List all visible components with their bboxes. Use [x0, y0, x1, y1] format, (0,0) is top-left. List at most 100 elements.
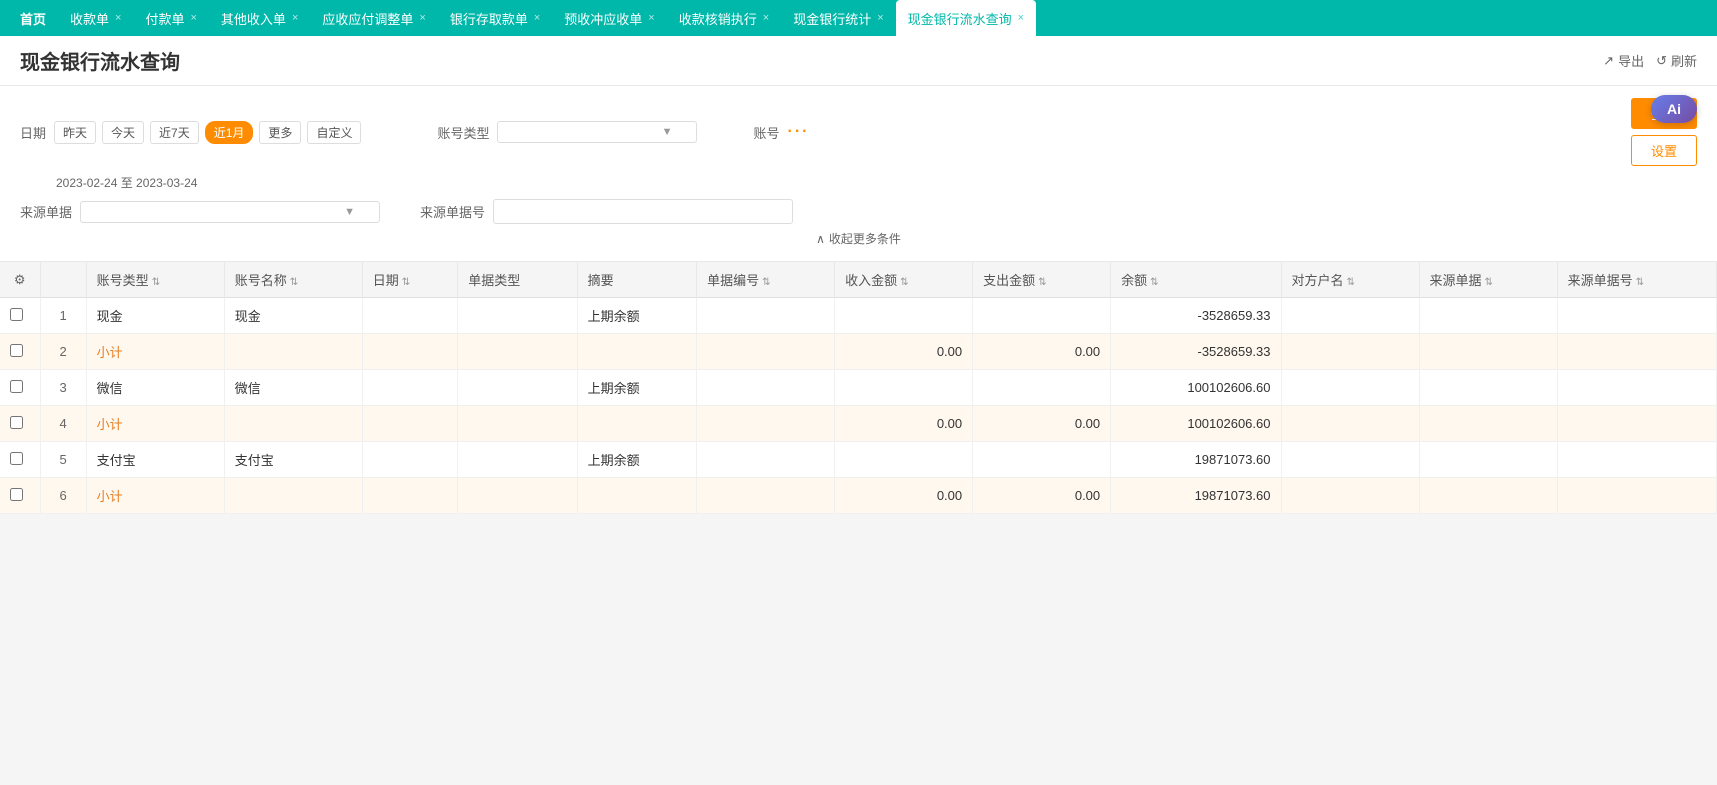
source-doc-num-input[interactable] — [493, 199, 793, 224]
refresh-icon: ↺ — [1656, 53, 1667, 69]
source-doc-label: 来源单据 — [20, 202, 72, 221]
refresh-button[interactable]: ↺ 刷新 — [1656, 51, 1697, 70]
date-shortcuts: 昨天 今天 近7天 近1月 更多 自定义 — [54, 121, 361, 144]
col-date[interactable]: 日期⇅ — [362, 262, 458, 298]
cell-balance: 19871073.60 — [1111, 478, 1281, 514]
nav-close-5[interactable]: × — [534, 12, 540, 24]
filter-row-1: 日期 昨天 今天 近7天 近1月 更多 自定义 账号类型 ▼ 账号 ··· — [20, 98, 1697, 166]
date-btn-yesterday[interactable]: 昨天 — [54, 121, 96, 144]
col-summary: 摘要 — [577, 262, 696, 298]
cell-counterpart — [1281, 478, 1419, 514]
nav-home[interactable]: 首页 — [8, 0, 58, 36]
nav-close-7[interactable]: × — [763, 12, 769, 24]
ai-button[interactable]: Ai — [1651, 95, 1697, 123]
cell-checkbox[interactable] — [0, 370, 40, 406]
nav-item-7[interactable]: 收款核销执行 × — [667, 0, 781, 36]
table-row[interactable]: 1 现金 现金 上期余额 -3528659.33 — [0, 298, 1717, 334]
nav-close-3[interactable]: × — [292, 12, 298, 24]
export-button[interactable]: ↗ 导出 — [1603, 51, 1644, 70]
nav-close-4[interactable]: × — [419, 12, 425, 24]
source-doc-select[interactable]: ▼ — [80, 201, 380, 223]
source-doc-arrow: ▼ — [344, 206, 355, 218]
table-row[interactable]: 2 小计 0.00 0.00 -3528659.33 — [0, 334, 1717, 370]
cell-doc-no — [697, 478, 835, 514]
cell-expense: 0.00 — [973, 334, 1111, 370]
nav-close-1[interactable]: × — [115, 12, 121, 24]
col-counterpart[interactable]: 对方户名⇅ — [1281, 262, 1419, 298]
cell-source-doc-no — [1557, 370, 1716, 406]
collapse-label: 收起更多条件 — [829, 230, 901, 247]
cell-checkbox[interactable] — [0, 442, 40, 478]
date-btn-today[interactable]: 今天 — [102, 121, 144, 144]
cell-summary — [577, 334, 696, 370]
nav-close-2[interactable]: × — [190, 12, 196, 24]
page-header: 现金银行流水查询 ↗ 导出 ↺ 刷新 — [0, 36, 1717, 86]
date-range-display: 2023-02-24 至 2023-03-24 — [52, 174, 1697, 191]
nav-item-6[interactable]: 预收冲应收单 × — [552, 0, 666, 36]
nav-item-8[interactable]: 现金银行统计 × — [781, 0, 895, 36]
account-type-select[interactable]: ▼ — [497, 121, 697, 143]
export-label: 导出 — [1618, 51, 1644, 70]
cell-expense — [973, 442, 1111, 478]
cell-checkbox[interactable] — [0, 478, 40, 514]
cell-doc-type — [458, 370, 577, 406]
settings-button[interactable]: 设置 — [1631, 135, 1697, 166]
cell-checkbox[interactable] — [0, 406, 40, 442]
account-filter: 账号 ··· — [753, 123, 809, 142]
nav-item-5[interactable]: 银行存取款单 × — [438, 0, 552, 36]
cell-counterpart — [1281, 298, 1419, 334]
cell-account-name — [224, 478, 362, 514]
col-source-doc[interactable]: 来源单据⇅ — [1419, 262, 1557, 298]
cell-date — [362, 298, 458, 334]
nav-close-9[interactable]: × — [1018, 12, 1024, 24]
cell-row-num: 5 — [40, 442, 86, 478]
nav-item-4[interactable]: 应收应付调整单 × — [310, 0, 437, 36]
nav-close-8[interactable]: × — [877, 12, 883, 24]
col-balance[interactable]: 余额⇅ — [1111, 262, 1281, 298]
col-doc-no[interactable]: 单据编号⇅ — [697, 262, 835, 298]
nav-item-2[interactable]: 付款单 × — [133, 0, 208, 36]
source-doc-num-filter: 来源单据号 — [420, 199, 793, 224]
source-doc-filter: 来源单据 ▼ — [20, 201, 380, 223]
cell-source-doc-no — [1557, 298, 1716, 334]
nav-label-7: 收款核销执行 — [679, 9, 757, 28]
collapse-bar[interactable]: ∧ 收起更多条件 — [20, 224, 1697, 249]
cell-income: 0.00 — [835, 406, 973, 442]
table-row[interactable]: 6 小计 0.00 0.00 19871073.60 — [0, 478, 1717, 514]
gear-icon[interactable]: ⚙ — [14, 272, 26, 287]
cell-checkbox[interactable] — [0, 298, 40, 334]
cell-account-name: 现金 — [224, 298, 362, 334]
col-income[interactable]: 收入金额⇅ — [835, 262, 973, 298]
nav-item-9[interactable]: 现金银行流水查询 × — [896, 0, 1036, 36]
cell-doc-type — [458, 406, 577, 442]
nav-item-3[interactable]: 其他收入单 × — [209, 0, 310, 36]
cell-row-num: 1 — [40, 298, 86, 334]
col-account-type[interactable]: 账号类型⇅ — [86, 262, 224, 298]
col-source-doc-no[interactable]: 来源单据号⇅ — [1557, 262, 1716, 298]
cell-account-type: 微信 — [86, 370, 224, 406]
date-filter: 日期 昨天 今天 近7天 近1月 更多 自定义 — [20, 121, 361, 144]
cell-checkbox[interactable] — [0, 334, 40, 370]
cell-counterpart — [1281, 406, 1419, 442]
cell-summary: 上期余额 — [577, 298, 696, 334]
table-row[interactable]: 3 微信 微信 上期余额 100102606.60 — [0, 370, 1717, 406]
date-btn-more[interactable]: 更多 — [259, 121, 301, 144]
nav-close-6[interactable]: × — [648, 12, 654, 24]
top-nav: 首页 收款单 × 付款单 × 其他收入单 × 应收应付调整单 × 银行存取款单 … — [0, 0, 1717, 36]
col-gear[interactable]: ⚙ — [0, 262, 40, 298]
nav-item-1[interactable]: 收款单 × — [58, 0, 133, 36]
cell-date — [362, 370, 458, 406]
cell-account-name — [224, 334, 362, 370]
cell-source-doc — [1419, 334, 1557, 370]
col-account-name[interactable]: 账号名称⇅ — [224, 262, 362, 298]
table-row[interactable]: 5 支付宝 支付宝 上期余额 19871073.60 — [0, 442, 1717, 478]
cell-source-doc — [1419, 370, 1557, 406]
table-row[interactable]: 4 小计 0.00 0.00 100102606.60 — [0, 406, 1717, 442]
date-btn-7days[interactable]: 近7天 — [150, 121, 199, 144]
date-range-text: 2023-02-24 至 2023-03-24 — [56, 176, 197, 190]
date-btn-1month[interactable]: 近1月 — [205, 121, 254, 144]
date-btn-custom[interactable]: 自定义 — [307, 121, 361, 144]
col-expense[interactable]: 支出金额⇅ — [973, 262, 1111, 298]
account-dots-button[interactable]: ··· — [787, 123, 809, 141]
cell-row-num: 4 — [40, 406, 86, 442]
